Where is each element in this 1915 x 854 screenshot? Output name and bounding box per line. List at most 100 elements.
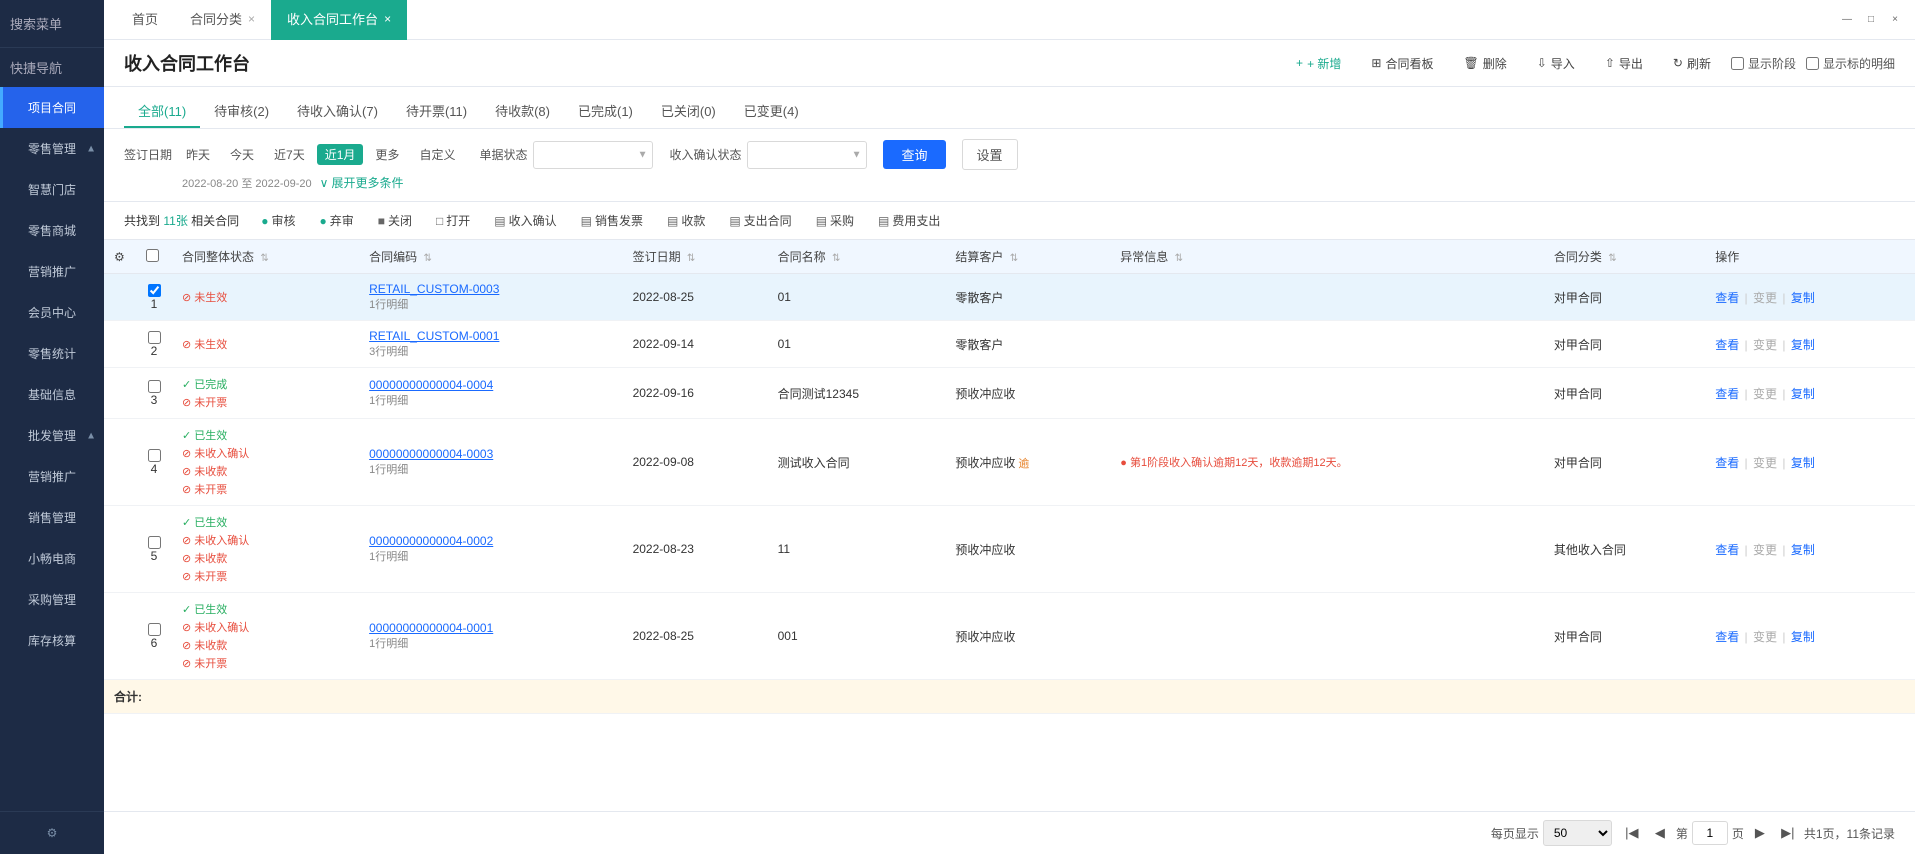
income-confirm-button[interactable]: ▤ 收入确认	[484, 208, 566, 233]
sidebar-search[interactable]: 搜索菜单	[0, 0, 104, 48]
sidebar-nav[interactable]: 快捷导航	[0, 48, 104, 87]
contract-code-link[interactable]: RETAIL_CUSTOM-0003	[369, 282, 499, 296]
import-button[interactable]: ⇩ 导入	[1527, 51, 1585, 76]
op-复制-button[interactable]: 复制	[1791, 630, 1815, 644]
close-contract-button[interactable]: ■ 关闭	[368, 208, 422, 233]
doc-status-select[interactable]	[533, 141, 653, 169]
income-confirm-select[interactable]	[747, 141, 867, 169]
sidebar-item-online[interactable]: 零售商城	[0, 210, 104, 251]
tab-income-workbench[interactable]: 收入合同工作台 ×	[271, 0, 407, 40]
sidebar-item-member[interactable]: 会员中心	[0, 292, 104, 333]
expand-conditions-button[interactable]: ∨ 展开更多条件	[320, 174, 1895, 191]
filter-tab-done[interactable]: 已完成(1)	[564, 95, 647, 128]
sidebar-item-retail[interactable]: 零售管理 ▲	[0, 128, 104, 169]
op-查看-button[interactable]: 查看	[1715, 387, 1739, 401]
op-变更-button[interactable]: 变更	[1753, 338, 1777, 352]
op-变更-button[interactable]: 变更	[1753, 387, 1777, 401]
new-button[interactable]: + + 新增	[1286, 51, 1351, 76]
sort-icon-code[interactable]: ⇅	[423, 253, 431, 264]
row-checkbox[interactable]	[148, 284, 161, 297]
filter-tab-changed[interactable]: 已变更(4)	[730, 95, 813, 128]
tab-close-contract-type[interactable]: ×	[248, 12, 255, 26]
date-btn-1month[interactable]: 近1月	[317, 144, 364, 165]
contract-code-link[interactable]: 00000000000004-0004	[369, 378, 493, 392]
op-复制-button[interactable]: 复制	[1791, 338, 1815, 352]
delete-button[interactable]: 🗑 删除	[1453, 51, 1516, 76]
sort-icon-error[interactable]: ⇅	[1175, 253, 1183, 264]
op-变更-button[interactable]: 变更	[1753, 543, 1777, 557]
next-page-button[interactable]: ▶	[1748, 821, 1772, 845]
query-button[interactable]: 查询	[883, 140, 945, 169]
sidebar-item-ecom[interactable]: 小畅电商	[0, 538, 104, 579]
payment-button[interactable]: ▤ 收款	[657, 208, 715, 233]
gear-icon-th[interactable]: ⚙	[114, 250, 125, 264]
sidebar-item-marketing[interactable]: 营销推广	[0, 251, 104, 292]
show-detail-checkbox[interactable]: 显示标的明细	[1806, 55, 1895, 72]
tab-contract-type[interactable]: 合同分类 ×	[174, 0, 271, 40]
filter-tab-all[interactable]: 全部(11)	[124, 95, 200, 128]
date-btn-yesterday[interactable]: 昨天	[178, 144, 218, 165]
last-page-button[interactable]: ▶|	[1776, 821, 1800, 845]
sidebar-item-wholesale[interactable]: 批发管理 ▲	[0, 415, 104, 456]
tab-close-income-workbench[interactable]: ×	[384, 12, 391, 26]
tab-home[interactable]: 首页	[116, 0, 174, 40]
filter-tab-pending-review[interactable]: 待审核(2)	[200, 95, 283, 128]
date-btn-7days[interactable]: 近7天	[266, 144, 313, 165]
filter-tab-closed[interactable]: 已关闭(0)	[647, 95, 730, 128]
sidebar-item-project[interactable]: 项目合同	[0, 87, 104, 128]
op-变更-button[interactable]: 变更	[1753, 291, 1777, 305]
date-btn-today[interactable]: 今天	[222, 144, 262, 165]
op-查看-button[interactable]: 查看	[1715, 543, 1739, 557]
sidebar-settings[interactable]: ⚙	[0, 811, 104, 854]
sidebar-item-sales[interactable]: 销售管理	[0, 497, 104, 538]
sidebar-item-mktg2[interactable]: 营销推广	[0, 456, 104, 497]
page-input[interactable]	[1692, 821, 1728, 845]
sidebar-item-inventory[interactable]: 库存核算	[0, 620, 104, 661]
expense-contract-button[interactable]: ▤ 支出合同	[719, 208, 801, 233]
abandon-review-button[interactable]: ● 弃审	[309, 208, 363, 233]
contract-code-link[interactable]: 00000000000004-0002	[369, 534, 493, 548]
op-复制-button[interactable]: 复制	[1791, 387, 1815, 401]
per-page-select[interactable]: 50 100 200	[1543, 820, 1612, 846]
sort-icon-customer[interactable]: ⇅	[1010, 253, 1018, 264]
sort-icon-date[interactable]: ⇅	[687, 253, 695, 264]
setting-button[interactable]: 设置	[962, 139, 1018, 170]
sort-icon-status[interactable]: ⇅	[260, 253, 268, 264]
row-checkbox[interactable]	[148, 623, 161, 636]
purchase-button[interactable]: ▤ 采购	[806, 208, 864, 233]
row-checkbox[interactable]	[148, 536, 161, 549]
contract-code-link[interactable]: 00000000000004-0003	[369, 447, 493, 461]
prev-page-button[interactable]: ◀	[1648, 821, 1672, 845]
date-btn-custom[interactable]: 自定义	[411, 144, 463, 165]
show-fields-checkbox[interactable]: 显示阶段	[1731, 55, 1796, 72]
row-checkbox[interactable]	[148, 331, 161, 344]
op-变更-button[interactable]: 变更	[1753, 456, 1777, 470]
filter-tab-pending-payment[interactable]: 待收款(8)	[481, 95, 564, 128]
minimize-button[interactable]: —	[1839, 12, 1855, 28]
sidebar-item-smart[interactable]: 智慧门店	[0, 169, 104, 210]
sort-icon-name[interactable]: ⇅	[832, 253, 840, 264]
filter-tab-pending-confirm[interactable]: 待收入确认(7)	[283, 95, 392, 128]
contract-code-link[interactable]: RETAIL_CUSTOM-0001	[369, 329, 499, 343]
op-查看-button[interactable]: 查看	[1715, 456, 1739, 470]
op-复制-button[interactable]: 复制	[1791, 456, 1815, 470]
op-查看-button[interactable]: 查看	[1715, 291, 1739, 305]
row-checkbox[interactable]	[148, 449, 161, 462]
review-button[interactable]: ● 审核	[251, 208, 305, 233]
filter-tab-pending-invoice[interactable]: 待开票(11)	[392, 95, 481, 128]
op-查看-button[interactable]: 查看	[1715, 338, 1739, 352]
op-复制-button[interactable]: 复制	[1791, 543, 1815, 557]
date-btn-more[interactable]: 更多	[367, 144, 407, 165]
close-button[interactable]: ×	[1887, 12, 1903, 28]
board-button[interactable]: ⊞ 合同看板	[1361, 51, 1443, 76]
maximize-button[interactable]: □	[1863, 12, 1879, 28]
sales-invoice-button[interactable]: ▤ 销售发票	[571, 208, 653, 233]
first-page-button[interactable]: |◀	[1620, 821, 1644, 845]
row-checkbox[interactable]	[148, 380, 161, 393]
op-查看-button[interactable]: 查看	[1715, 630, 1739, 644]
select-all-checkbox[interactable]	[146, 249, 159, 262]
open-contract-button[interactable]: □ 打开	[426, 208, 480, 233]
contract-code-link[interactable]: 00000000000004-0001	[369, 621, 493, 635]
sidebar-item-purchase[interactable]: 采购管理	[0, 579, 104, 620]
cost-out-button[interactable]: ▤ 费用支出	[868, 208, 950, 233]
